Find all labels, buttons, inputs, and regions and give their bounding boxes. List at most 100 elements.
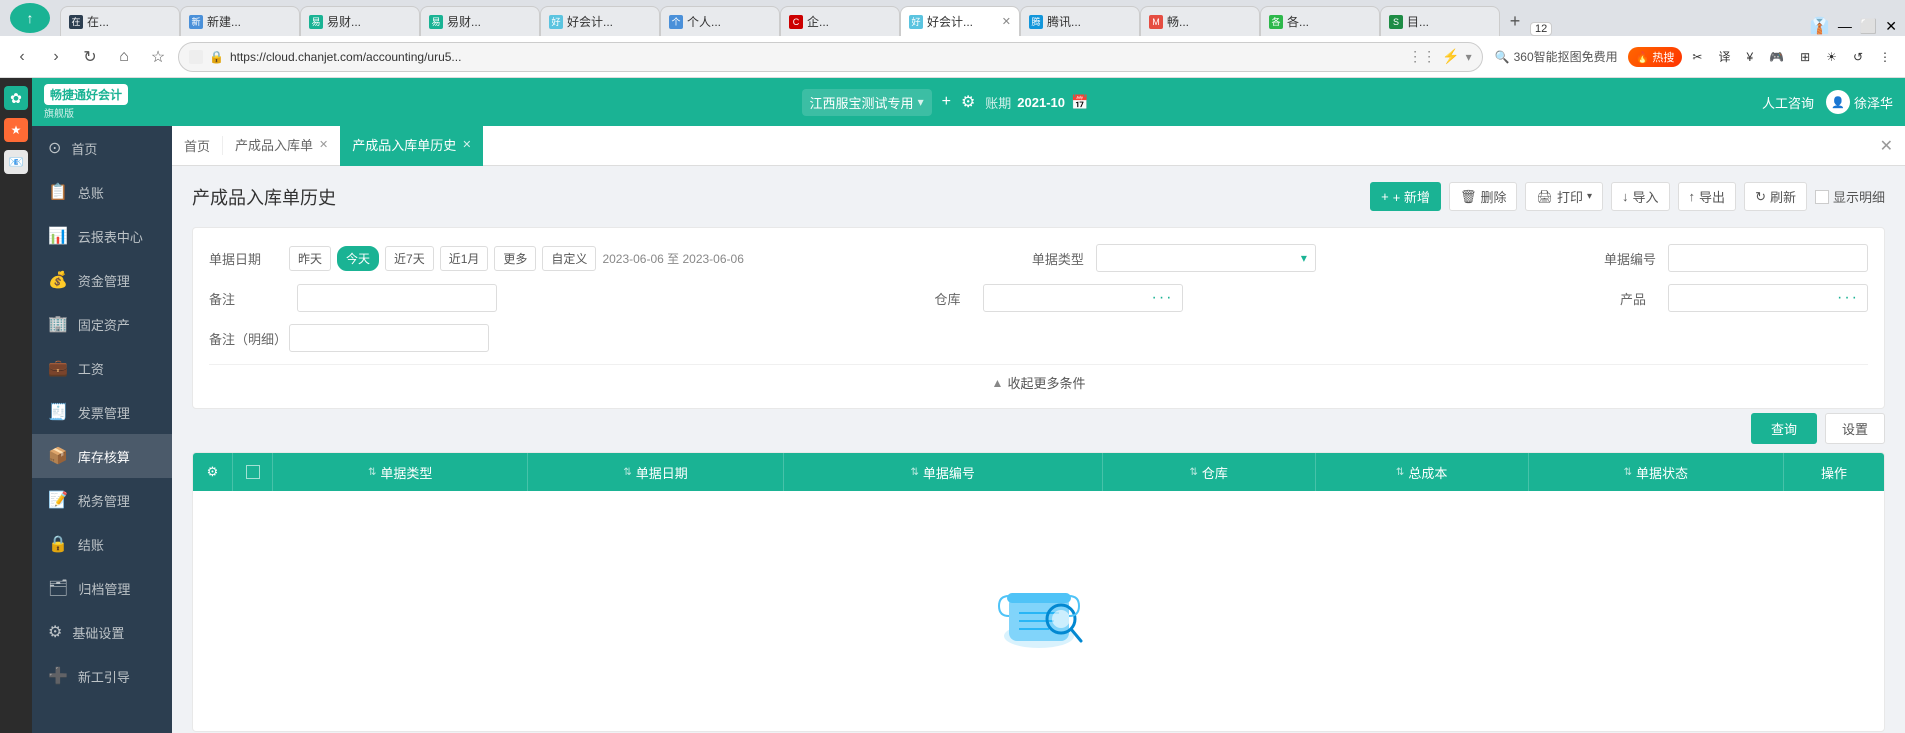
- tab-item[interactable]: C 企...: [780, 6, 900, 36]
- th-date[interactable]: ⇅ 单据日期: [528, 453, 783, 491]
- tab-item[interactable]: 腾 腾讯...: [1020, 6, 1140, 36]
- warehouse-dots[interactable]: ···: [1152, 289, 1174, 307]
- collapse-button[interactable]: ▲ 收起更多条件: [992, 373, 1086, 392]
- tab-item[interactable]: M 畅...: [1140, 6, 1260, 36]
- app-icon-gray[interactable]: 📧: [4, 150, 28, 174]
- sidebar-item-ledger[interactable]: 📋 总账: [32, 170, 172, 214]
- game-tool[interactable]: 🎮: [1763, 43, 1790, 71]
- th-type[interactable]: ⇅ 单据类型: [273, 453, 528, 491]
- th-gear[interactable]: ⚙: [193, 453, 233, 491]
- date-btn-custom[interactable]: 自定义: [542, 246, 596, 271]
- tab-item[interactable]: S 目...: [1380, 6, 1500, 36]
- settings-nav-tool[interactable]: ↺: [1847, 43, 1869, 71]
- sidebar-item-invoice[interactable]: 🧾 发票管理: [32, 390, 172, 434]
- sidebar-item-inventory[interactable]: 📦 库存核算: [32, 434, 172, 478]
- sidebar-item-home[interactable]: ⊙ 首页: [32, 126, 172, 170]
- more-tool[interactable]: ⋮: [1873, 43, 1897, 71]
- company-selector[interactable]: 江西服宝测试专用 ▾: [802, 89, 932, 116]
- print-button[interactable]: 🖨 打印 ▾: [1525, 182, 1603, 211]
- collapse-up-icon: ▲: [992, 376, 1004, 390]
- nav-back-button[interactable]: ‹: [8, 43, 36, 71]
- th-status[interactable]: ⇅ 单据状态: [1529, 453, 1784, 491]
- user-service-link[interactable]: 人工咨询: [1762, 93, 1814, 112]
- nav-home-button[interactable]: ⌂: [110, 43, 138, 71]
- new-tab-button[interactable]: +: [1500, 6, 1530, 36]
- th-date-label: 单据日期: [636, 463, 688, 482]
- page-tab-history[interactable]: 产成品入库单历史 ✕: [340, 126, 483, 166]
- settings-filter-button[interactable]: 设置: [1825, 413, 1885, 444]
- product-dots[interactable]: ···: [1837, 289, 1859, 307]
- window-restore-button[interactable]: ⬜: [1860, 18, 1877, 35]
- settings-button[interactable]: ⚙: [961, 92, 975, 112]
- tab-item-active[interactable]: 好 好会计... ✕: [900, 6, 1020, 36]
- date-btn-today[interactable]: 今天: [337, 246, 379, 271]
- scissors-tool[interactable]: ✂: [1686, 43, 1708, 71]
- hot-search-badge[interactable]: 🔥 热搜: [1628, 47, 1683, 67]
- bill-num-input[interactable]: [1668, 244, 1868, 272]
- close-panel-button[interactable]: ✕: [1880, 136, 1893, 156]
- nav-refresh-button[interactable]: ↻: [76, 43, 104, 71]
- nav-bookmark-button[interactable]: ☆: [144, 43, 172, 71]
- page-tab-list[interactable]: 产成品入库单 ✕: [223, 126, 340, 166]
- sidebar-item-archive[interactable]: 🗂 归档管理: [32, 566, 172, 610]
- sun-tool[interactable]: ☀: [1820, 43, 1843, 71]
- sidebar-item-reports[interactable]: 📊 云报表中心: [32, 214, 172, 258]
- sidebar-item-close[interactable]: 🔒 结账: [32, 522, 172, 566]
- refresh-button[interactable]: ↻ 刷新: [1744, 182, 1807, 211]
- tab-item[interactable]: 各 各...: [1260, 6, 1380, 36]
- search-tool[interactable]: 🔍 360智能抠图免费用: [1489, 48, 1624, 65]
- tab-close-button[interactable]: ✕: [1002, 15, 1011, 28]
- th-warehouse[interactable]: ⇅ 仓库: [1103, 453, 1316, 491]
- delete-button[interactable]: 🗑 删除: [1449, 182, 1518, 211]
- export-button[interactable]: ↑ 导出: [1678, 182, 1737, 211]
- app-icon-orange[interactable]: ★: [4, 118, 28, 142]
- date-btn-1month[interactable]: 近1月: [440, 246, 489, 271]
- window-close-button[interactable]: ✕: [1885, 18, 1897, 35]
- sidebar-item-tax[interactable]: 📝 税务管理: [32, 478, 172, 522]
- sidebar-item-assets[interactable]: 🏢 固定资产: [32, 302, 172, 346]
- date-btn-yesterday[interactable]: 昨天: [289, 246, 331, 271]
- sidebar-item-payroll[interactable]: 💼 工资: [32, 346, 172, 390]
- tab-item[interactable]: 好 好会计...: [540, 6, 660, 36]
- add-button[interactable]: + + 新增: [1370, 182, 1441, 211]
- window-minimize-button[interactable]: —: [1838, 18, 1852, 34]
- tab-item[interactable]: 新 新建...: [180, 6, 300, 36]
- type-filter-select[interactable]: ▾: [1096, 244, 1316, 272]
- grid-tool[interactable]: ⊞: [1794, 43, 1816, 71]
- breadcrumb-home[interactable]: 首页: [184, 136, 210, 155]
- tab-item[interactable]: 易 易财...: [300, 6, 420, 36]
- sidebar-item-basic[interactable]: ⚙ 基础设置: [32, 610, 172, 654]
- query-button[interactable]: 查询: [1751, 413, 1817, 444]
- page-tab-history-close[interactable]: ✕: [462, 138, 471, 151]
- calendar-button[interactable]: 📅: [1071, 94, 1088, 111]
- user-info[interactable]: 👤 徐泽华: [1826, 90, 1893, 114]
- tab-item[interactable]: 个 个人...: [660, 6, 780, 36]
- product-select[interactable]: ···: [1668, 284, 1868, 312]
- th-checkbox[interactable]: [233, 453, 273, 491]
- show-detail-checkbox[interactable]: [1815, 190, 1829, 204]
- yuan-tool[interactable]: ¥: [1740, 43, 1759, 71]
- show-detail-toggle[interactable]: 显示明细: [1815, 187, 1885, 206]
- page-tab-list-close[interactable]: ✕: [319, 138, 328, 151]
- detail-note-input[interactable]: [289, 324, 489, 352]
- tab-item[interactable]: 易 易财...: [420, 6, 540, 36]
- date-btn-7days[interactable]: 近7天: [385, 246, 434, 271]
- tab-item[interactable]: 在 在...: [60, 6, 180, 36]
- note-filter-input[interactable]: [297, 284, 497, 312]
- warehouse-select[interactable]: ···: [983, 284, 1183, 312]
- address-dropdown-arrow[interactable]: ▾: [1466, 50, 1472, 64]
- app-icon-chanjet[interactable]: ✿: [4, 86, 28, 110]
- search-icon: 🔍: [1495, 50, 1510, 64]
- address-bar[interactable]: 🔒 https://cloud.chanjet.com/accounting/u…: [178, 42, 1483, 72]
- import-button[interactable]: ↓ 导入: [1611, 182, 1670, 211]
- sidebar-item-funds[interactable]: 💰 资金管理: [32, 258, 172, 302]
- th-num[interactable]: ⇅ 单据编号: [784, 453, 1103, 491]
- date-btn-more[interactable]: 更多: [494, 246, 536, 271]
- sidebar-item-newguide[interactable]: ➕ 新工引导: [32, 654, 172, 698]
- nav-forward-button[interactable]: ›: [42, 43, 70, 71]
- header-checkbox[interactable]: [246, 465, 260, 479]
- empty-state: [193, 491, 1884, 731]
- add-company-button[interactable]: +: [942, 93, 951, 111]
- translate-tool[interactable]: 译: [1712, 43, 1736, 71]
- th-cost[interactable]: ⇅ 总成本: [1316, 453, 1529, 491]
